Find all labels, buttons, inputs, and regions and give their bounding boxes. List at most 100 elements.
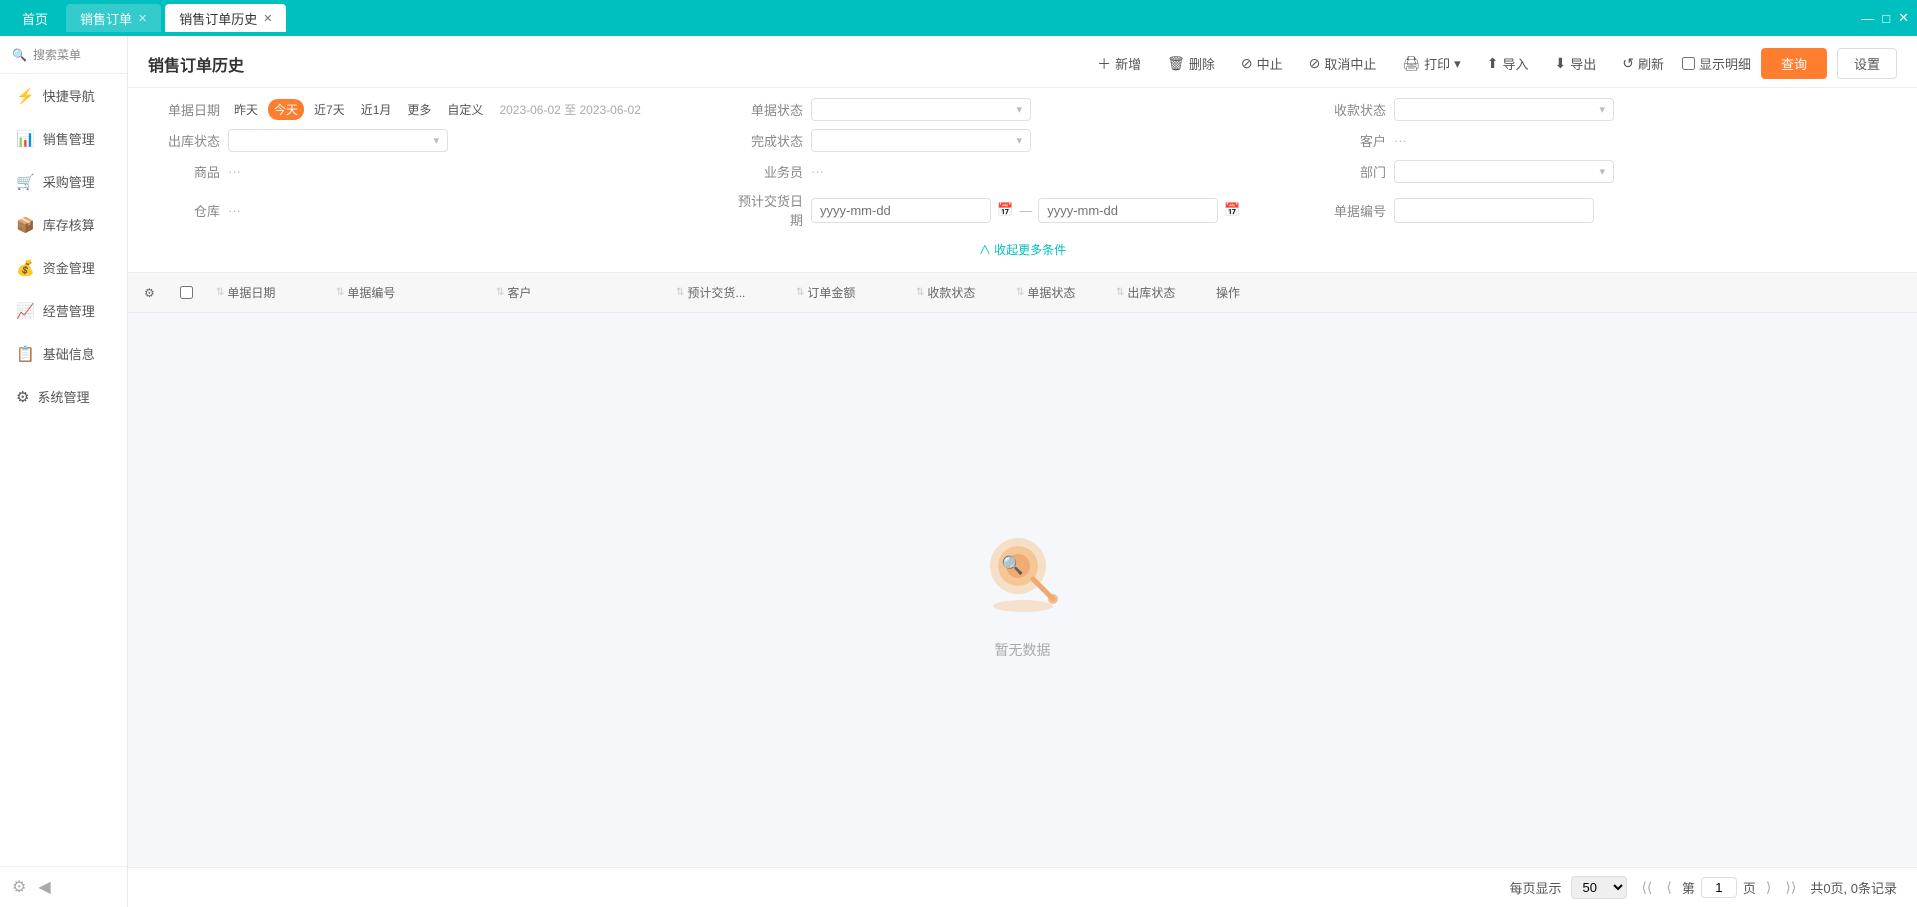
print-button[interactable]: 🖨 打印 ▾ [1394,50,1468,77]
tab-sales-order-close[interactable]: ✕ [138,12,147,25]
sidebar-item-basic-info[interactable]: 📋 基础信息 [0,332,127,375]
sidebar-item-inventory[interactable]: 📦 库存核算 [0,203,127,246]
sidebar-item-purchase[interactable]: 🛒 采购管理 [0,160,127,203]
sidebar-item-label: 采购管理 [43,172,95,191]
sidebar-item-finance[interactable]: 💰 资金管理 [0,246,127,289]
warehouse-more-icon[interactable]: ··· [228,203,241,218]
delivery-date-end[interactable] [1038,198,1218,223]
tab-sales-order[interactable]: 销售订单 ✕ [66,4,161,32]
new-button[interactable]: ＋ 新增 [1089,50,1149,78]
date-btn-more[interactable]: 更多 [401,99,437,120]
page-header: 销售订单历史 ＋ 新增 🗑 删除 ⊘ 中止 ⊘ 取消中止 [128,36,1917,88]
sidebar-search[interactable]: 🔍 搜索菜单 [0,36,127,74]
current-page-input[interactable] [1701,877,1737,898]
sidebar-item-system[interactable]: ⚙ 系统管理 [0,375,127,418]
date-btn-custom[interactable]: 自定义 [441,99,489,120]
doc-no-label: 单据编号 [1314,201,1394,220]
main-layout: 🔍 搜索菜单 ⚡ 快捷导航 📊 销售管理 🛒 采购管理 📦 库存核算 💰 资金管… [0,36,1917,907]
minimize-button[interactable]: — [1861,11,1874,26]
print-icon: 🖨 [1402,55,1420,72]
date-dash: — [1019,203,1032,218]
date-control: 昨天 今天 近7天 近1月 更多 自定义 2023-06-02 至 2023-0… [228,99,731,120]
th-docstatus[interactable]: ⇅ 单据状态 [1010,284,1110,301]
close-button[interactable]: ✕ [1898,10,1909,26]
next-page-button[interactable]: ⟩ [1762,877,1775,898]
date-btn-1month[interactable]: 近1月 [355,99,398,120]
date-btn-7days[interactable]: 近7天 [308,99,351,120]
receipt-status-label: 收款状态 [1314,100,1394,119]
customer-more-icon[interactable]: ··· [1394,133,1407,148]
sidebar-item-sales[interactable]: 📊 销售管理 [0,117,127,160]
page-label: 页 [1743,878,1756,897]
complete-status-select[interactable]: ▾ [811,129,1031,152]
calendar-end-icon[interactable]: 📅 [1224,202,1240,218]
export-button[interactable]: ⬇ 导出 [1546,50,1604,77]
new-label: 新增 [1115,54,1141,73]
cancel-stop-button[interactable]: ⊘ 取消中止 [1301,50,1385,77]
th-receipt-label: 收款状态 [927,284,975,301]
sidebar-item-quick-nav[interactable]: ⚡ 快捷导航 [0,74,127,117]
receipt-status-select[interactable]: ▾ [1394,98,1614,121]
date-shortcuts: 昨天 今天 近7天 近1月 更多 自定义 [228,99,489,120]
stop-label: 中止 [1257,54,1283,73]
customer-label: 客户 [1314,131,1394,150]
th-delivery[interactable]: ⇅ 预计交货... [670,284,790,301]
calendar-start-icon[interactable]: 📅 [997,202,1013,218]
dept-arrow-icon: ▾ [1599,165,1605,178]
doc-no-input[interactable] [1394,198,1594,223]
basic-info-icon: 📋 [16,345,35,363]
goods-more-icon[interactable]: ··· [228,164,241,179]
select-all-checkbox[interactable] [180,286,193,299]
delivery-date-start[interactable] [811,198,991,223]
complete-status-control: ▾ [811,129,1314,152]
delivery-date-label: 预计交货日期 [731,191,811,229]
th-amount[interactable]: ⇅ 订单金额 [790,284,910,301]
tab-sales-history-close[interactable]: ✕ [263,12,272,25]
settings-button[interactable]: 设置 [1837,48,1897,79]
page-size-select[interactable]: 50 100 200 [1571,876,1627,899]
finance-icon: 💰 [16,259,35,277]
th-outstatus[interactable]: ⇅ 出库状态 [1110,284,1210,301]
doc-status-select[interactable]: ▾ [811,98,1031,121]
th-receipt[interactable]: ⇅ 收款状态 [910,284,1010,301]
last-page-button[interactable]: ⟩⟩ [1781,877,1800,898]
show-detail-checkbox-label[interactable]: 显示明细 [1682,54,1751,73]
collapse-label: ∧ 收起更多条件 [979,243,1066,257]
sidebar-collapse-icon[interactable]: ◀ [38,877,50,897]
dept-select[interactable]: ▾ [1394,160,1614,183]
th-date[interactable]: ⇅ 单据日期 [210,284,330,301]
goods-label: 商品 [148,162,228,181]
tab-home[interactable]: 首页 [8,4,62,32]
tab-sales-history[interactable]: 销售订单历史 ✕ [165,4,286,32]
th-settings[interactable]: ⚙ [138,286,174,300]
refresh-button[interactable]: ↺ 刷新 [1614,50,1672,77]
salesman-more-icon[interactable]: ··· [811,164,824,179]
date-btn-yesterday[interactable]: 昨天 [228,99,264,120]
date-btn-today[interactable]: 今天 [268,99,304,120]
out-status-label: 出库状态 [148,131,228,150]
sidebar-item-label: 销售管理 [43,129,95,148]
stop-button[interactable]: ⊘ 中止 [1233,50,1291,77]
delete-button[interactable]: 🗑 删除 [1159,50,1223,77]
maximize-button[interactable]: □ [1882,11,1890,26]
sort-icon: ⇅ [796,287,804,298]
sidebar-settings-icon[interactable]: ⚙ [12,877,26,897]
first-page-button[interactable]: ⟨⟨ [1637,877,1656,898]
show-detail-checkbox[interactable] [1682,57,1695,70]
tab-sales-history-label: 销售订单历史 [179,9,257,28]
stop-icon: ⊘ [1241,55,1253,72]
out-status-select[interactable]: ▾ [228,129,448,152]
query-button[interactable]: 查询 [1761,48,1827,79]
footer: 每页显示 50 100 200 ⟨⟨ ⟨ 第 页 ⟩ ⟩⟩ 共0页, 0条记录 [128,867,1917,907]
th-checkbox[interactable] [174,286,210,299]
salesman-label: 业务员 [731,162,811,181]
toolbar: ＋ 新增 🗑 删除 ⊘ 中止 ⊘ 取消中止 🖨 打印 [1089,48,1897,79]
import-button[interactable]: ⬆ 导入 [1479,50,1537,77]
sidebar-item-operations[interactable]: 📈 经营管理 [0,289,127,332]
inventory-icon: 📦 [16,216,35,234]
th-customer[interactable]: ⇅ 客户 [490,284,670,301]
th-docno[interactable]: ⇅ 单据编号 [330,284,490,301]
filter-area: 单据日期 昨天 今天 近7天 近1月 更多 自定义 2023-06-02 至 2… [128,88,1917,273]
collapse-row[interactable]: ∧ 收起更多条件 [148,237,1897,262]
prev-page-button[interactable]: ⟨ [1662,877,1675,898]
